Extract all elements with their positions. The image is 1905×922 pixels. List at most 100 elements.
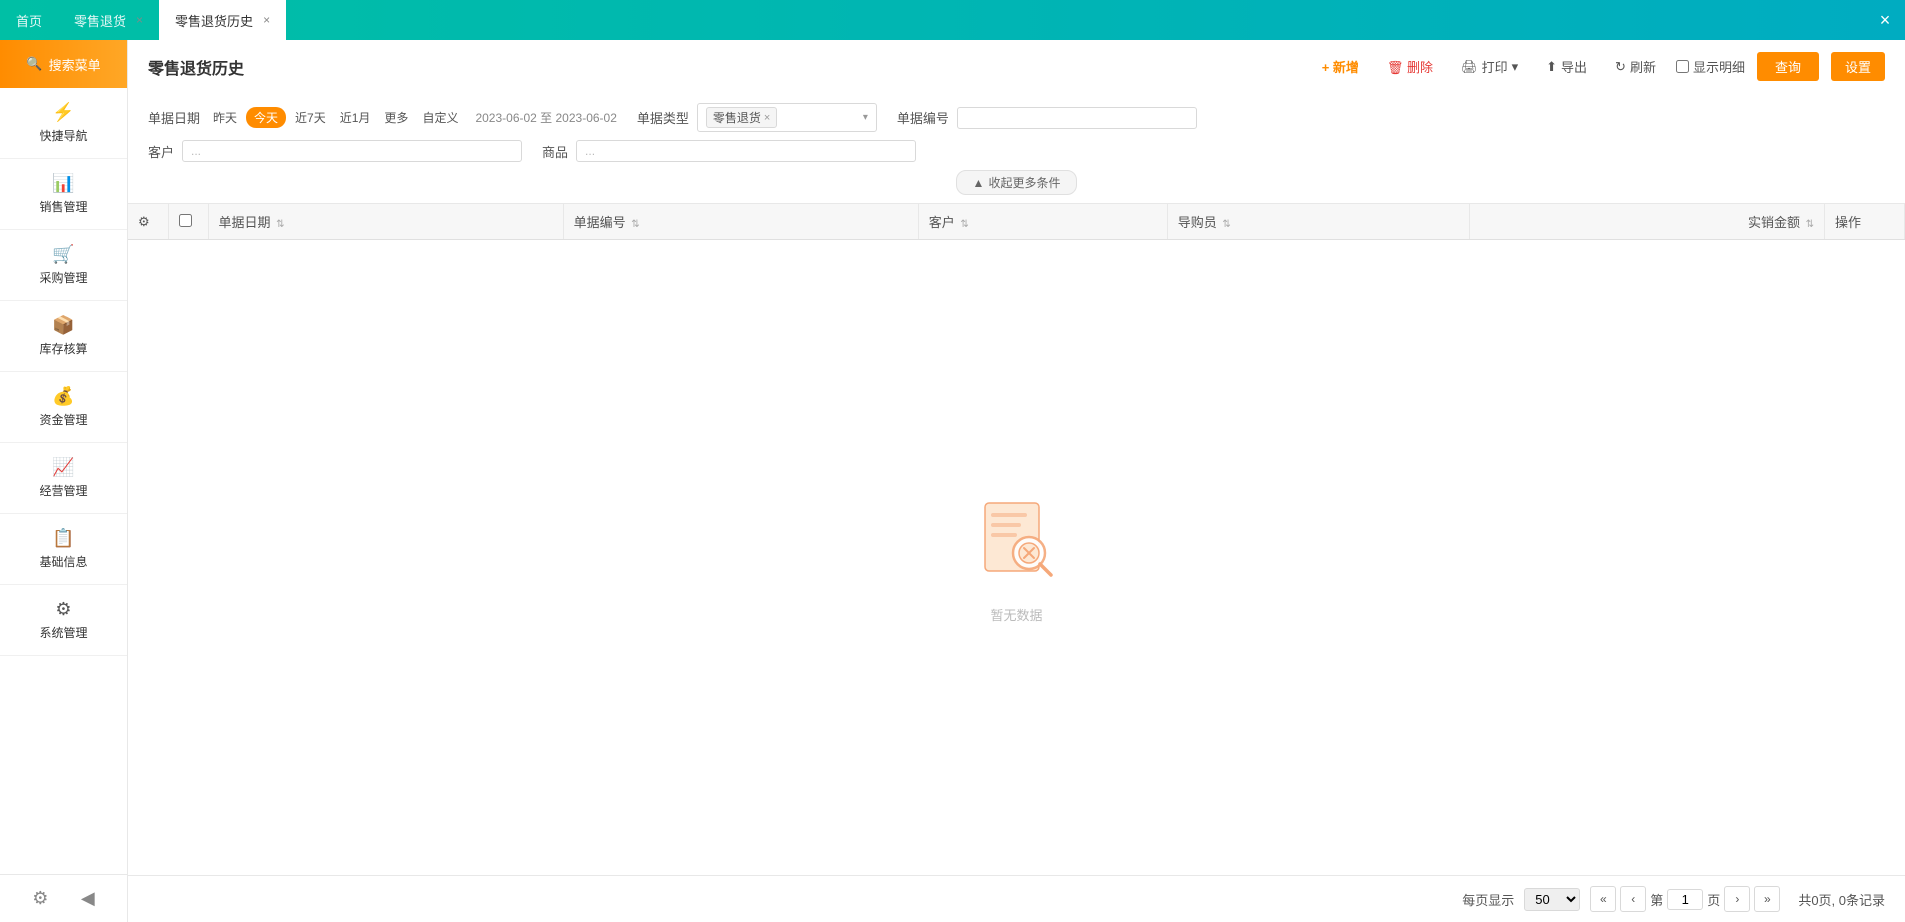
sidebar-search[interactable]: 🔍 搜索菜单: [0, 40, 127, 88]
doctype-tag-close[interactable]: ×: [764, 112, 770, 124]
query-button[interactable]: 查询: [1757, 52, 1819, 81]
th-doc-date-label: 单据日期: [219, 215, 271, 230]
date-btn-yesterday[interactable]: 昨天: [208, 107, 242, 128]
goods-filter-label: 商品: [542, 142, 568, 161]
filter-area: 单据日期 昨天 今天 近7天 近1月 更多 自定义 2023-06-02 至 2…: [148, 93, 1885, 203]
setting-button[interactable]: 设置: [1831, 52, 1885, 81]
inventory-calc-icon: 📦: [52, 315, 74, 336]
th-action: 操作: [1825, 204, 1905, 240]
page-prev-button[interactable]: ‹: [1620, 886, 1646, 912]
top-bar: 首页 零售退货 × 零售退货历史 × ×: [0, 0, 1905, 40]
doc-no-sort-icon: ⇅: [631, 219, 639, 230]
page-size-label: 每页显示: [1462, 890, 1514, 909]
empty-text: 暂无数据: [990, 605, 1042, 624]
collapse-button[interactable]: ▲ 收起更多条件: [956, 170, 1078, 195]
goods-filter-select[interactable]: ...: [576, 140, 916, 162]
page-first-button[interactable]: «: [1590, 886, 1616, 912]
collapse-icon: ▲: [973, 176, 985, 190]
refresh-label: 刷新: [1630, 57, 1656, 76]
th-amount[interactable]: 实销金额 ⇅: [1469, 204, 1824, 240]
doc-date-sort-icon: ⇅: [276, 219, 284, 230]
column-settings-icon[interactable]: ⚙: [138, 214, 150, 229]
date-btn-7days[interactable]: 近7天: [290, 107, 331, 128]
system-mgmt-icon: ⚙: [55, 599, 71, 620]
th-checkbox[interactable]: [168, 204, 208, 240]
tab-retail-return-history-label: 零售退货历史: [175, 11, 253, 30]
page-next-button[interactable]: ›: [1724, 886, 1750, 912]
window-close-button[interactable]: ×: [1865, 0, 1905, 40]
sidebar-item-purchase-mgmt[interactable]: 🛒 采购管理: [0, 230, 127, 301]
collapse-sidebar-icon[interactable]: ◀: [81, 888, 95, 909]
show-detail-label: 显示明细: [1693, 57, 1745, 76]
collapse-label: 收起更多条件: [988, 174, 1060, 191]
sidebar: 🔍 搜索菜单 ⚡ 快捷导航 📊 销售管理 🛒 采购管理 📦 库存核算 💰: [0, 40, 128, 922]
page-last-button[interactable]: »: [1754, 886, 1780, 912]
th-doc-date[interactable]: 单据日期 ⇅: [208, 204, 563, 240]
customer-sort-icon: ⇅: [960, 219, 968, 230]
page-label-pre: 第: [1650, 890, 1663, 909]
delete-button[interactable]: 🗑 删除: [1379, 53, 1441, 80]
filter-row-1: 单据日期 昨天 今天 近7天 近1月 更多 自定义 2023-06-02 至 2…: [148, 103, 1885, 132]
filter-doctype-item: 单据类型 零售退货 × ▾: [637, 103, 877, 132]
th-doc-no-label: 单据编号: [574, 215, 626, 230]
th-doc-no[interactable]: 单据编号 ⇅: [563, 204, 918, 240]
empty-state: 暂无数据: [128, 240, 1905, 875]
print-icon: 🖨: [1461, 59, 1478, 75]
th-settings[interactable]: ⚙: [128, 204, 168, 240]
new-button[interactable]: + 新增: [1314, 53, 1367, 80]
sidebar-item-quick-nav[interactable]: ⚡ 快捷导航: [0, 88, 127, 159]
date-btn-more[interactable]: 更多: [379, 107, 413, 128]
date-range-buttons: 昨天 今天 近7天 近1月 更多 自定义: [208, 107, 463, 128]
page-size-select[interactable]: 10 20 50 100: [1524, 888, 1580, 911]
customer-filter-label: 客户: [148, 142, 174, 161]
tab-retail-return-history[interactable]: 零售退货历史 ×: [159, 0, 286, 40]
select-all-checkbox[interactable]: [179, 214, 192, 227]
page-title-row: 零售退货历史 + 新增 🗑 删除 🖨 打印 ▾ ⬆ 导出 ↻: [148, 52, 1885, 81]
doctype-filter-select[interactable]: 零售退货 × ▾: [697, 103, 877, 132]
page-label-post: 页: [1707, 890, 1720, 909]
table-header: ⚙ 单据日期 ⇅ 单据编号 ⇅: [128, 204, 1905, 240]
date-btn-custom[interactable]: 自定义: [417, 107, 463, 128]
sidebar-item-operation-mgmt[interactable]: 📈 经营管理: [0, 443, 127, 514]
date-btn-today[interactable]: 今天: [246, 107, 286, 128]
filter-date-item: 单据日期 昨天 今天 近7天 近1月 更多 自定义 2023-06-02 至 2…: [148, 107, 617, 128]
show-detail-checkbox-label[interactable]: 显示明细: [1676, 57, 1745, 76]
filter-customer-item: 客户 ...: [148, 140, 522, 162]
tab-retail-return-close[interactable]: ×: [136, 13, 143, 27]
print-label: 打印: [1482, 57, 1508, 76]
page-header: 零售退货历史 + 新增 🗑 删除 🖨 打印 ▾ ⬆ 导出 ↻: [128, 40, 1905, 204]
sidebar-item-system-mgmt[interactable]: ⚙ 系统管理: [0, 585, 127, 656]
sidebar-item-inventory-calc-label: 库存核算: [39, 340, 87, 357]
search-icon: 🔍: [26, 56, 42, 72]
th-customer[interactable]: 客户 ⇅: [918, 204, 1167, 240]
tab-retail-return-history-close[interactable]: ×: [263, 13, 270, 27]
sidebar-item-finance-mgmt[interactable]: 💰 资金管理: [0, 372, 127, 443]
data-table: ⚙ 单据日期 ⇅ 单据编号 ⇅: [128, 204, 1905, 240]
sidebar-item-sales-mgmt[interactable]: 📊 销售管理: [0, 159, 127, 230]
print-button[interactable]: 🖨 打印 ▾: [1453, 53, 1526, 80]
doctype-filter-label: 单据类型: [637, 108, 689, 127]
tab-retail-return[interactable]: 零售退货 ×: [58, 0, 159, 40]
doctype-tag-text: 零售退货: [713, 109, 761, 126]
goods-placeholder: ...: [585, 144, 595, 158]
pagination-bar: 每页显示 10 20 50 100 « ‹ 第 页 › » 共0页, 0条记录: [128, 875, 1905, 922]
sidebar-item-inventory-calc[interactable]: 📦 库存核算: [0, 301, 127, 372]
page-total-text: 共0页, 0条记录: [1798, 890, 1885, 909]
settings-icon[interactable]: ⚙: [32, 888, 48, 909]
export-button[interactable]: ⬆ 导出: [1538, 53, 1595, 80]
docno-filter-input[interactable]: [957, 107, 1197, 129]
show-detail-checkbox[interactable]: [1676, 60, 1689, 73]
page-title: 零售退货历史: [148, 55, 244, 79]
tab-home[interactable]: 首页: [0, 0, 58, 40]
tab-retail-return-label: 零售退货: [74, 11, 126, 30]
doctype-tag: 零售退货 ×: [706, 107, 777, 128]
page-number-input[interactable]: [1667, 889, 1703, 910]
sidebar-item-basic-info[interactable]: 📋 基础信息: [0, 514, 127, 585]
th-guide[interactable]: 导购员 ⇅: [1167, 204, 1469, 240]
customer-filter-select[interactable]: ...: [182, 140, 522, 162]
tab-bar: 首页 零售退货 × 零售退货历史 ×: [0, 0, 1865, 40]
refresh-button[interactable]: ↻ 刷新: [1607, 53, 1664, 80]
basic-info-icon: 📋: [52, 528, 74, 549]
date-btn-1month[interactable]: 近1月: [335, 107, 376, 128]
th-guide-label: 导购员: [1178, 215, 1217, 230]
